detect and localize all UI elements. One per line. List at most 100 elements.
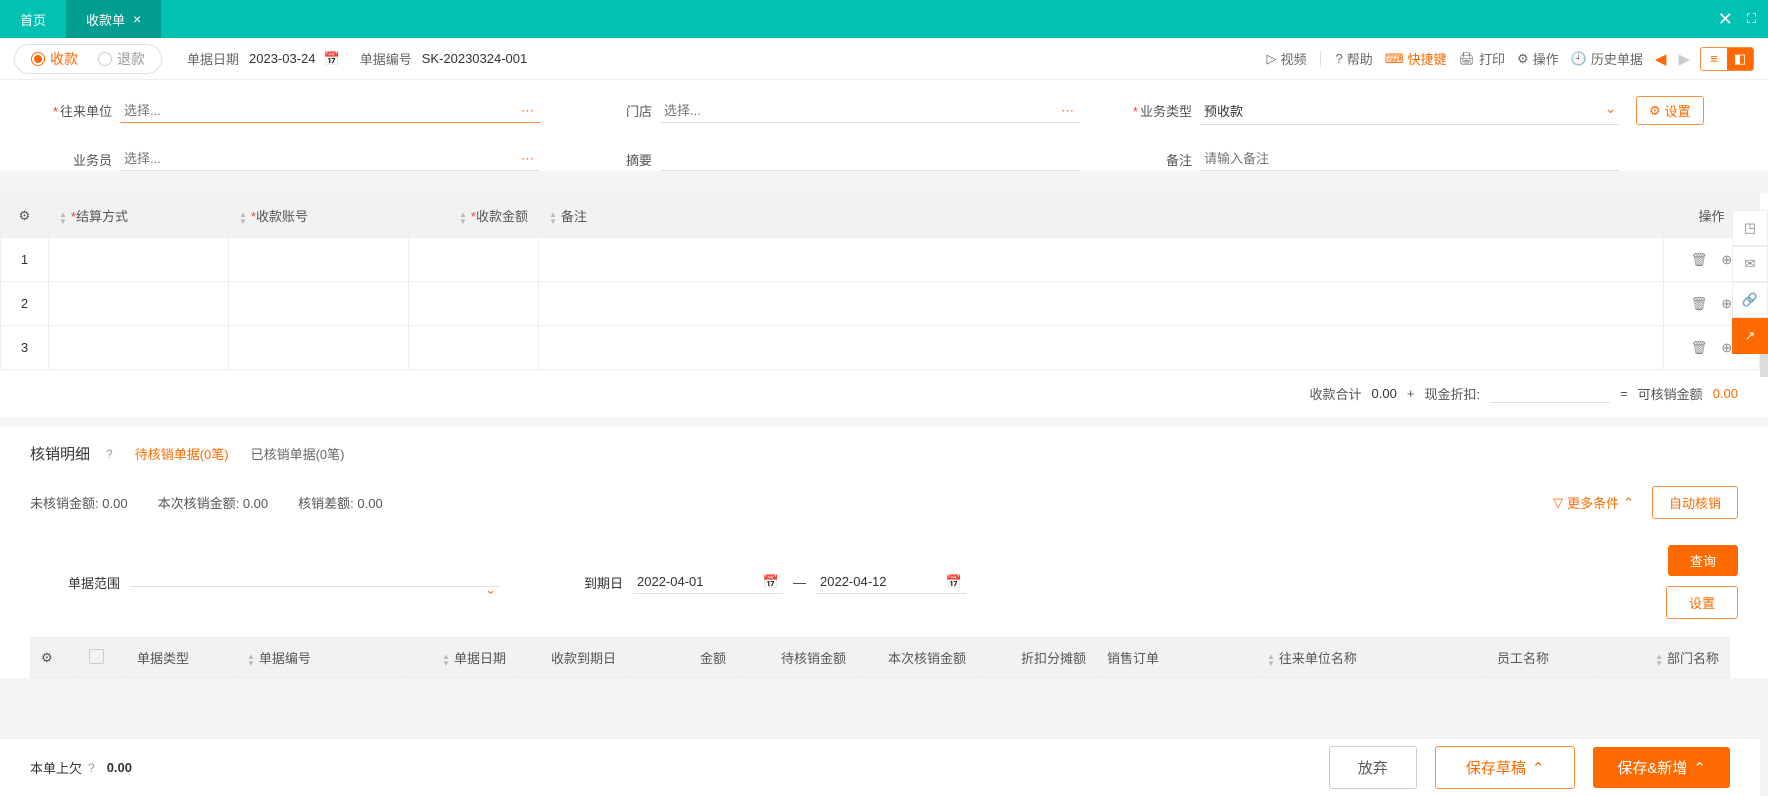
doc-date-value[interactable]: 2023-03-24 [249, 51, 316, 66]
cell-amount[interactable] [409, 282, 539, 326]
radio-collect[interactable]: 收款 [31, 49, 78, 69]
calendar-icon[interactable]: 📅 [946, 574, 962, 590]
table-row[interactable]: 2 🗑⊕ [1, 282, 1760, 326]
filter-settings-button[interactable]: 设置 [1666, 586, 1738, 619]
lookup-icon[interactable]: ⋯ [521, 103, 536, 119]
range-select[interactable]: ⌄ [130, 578, 500, 587]
next-arrow-icon[interactable]: ▶ [1676, 50, 1692, 68]
help-icon: ? [1335, 51, 1342, 66]
rail-btn-4[interactable]: ↗ [1732, 318, 1768, 354]
discard-button[interactable]: 放弃 [1329, 746, 1417, 789]
chevron-down-icon[interactable]: ⌄ [1605, 101, 1616, 117]
summary-input[interactable] [660, 147, 1080, 171]
action-icon: ⚙ [1517, 51, 1529, 67]
cell-remark[interactable] [539, 282, 1664, 326]
print-link[interactable]: 🖨 打印 [1457, 47, 1508, 70]
settings-button[interactable]: ⚙ 设置 [1636, 96, 1704, 125]
table-row[interactable]: 3 🗑⊕ [1, 326, 1760, 370]
th-amt[interactable]: 金额 [627, 638, 737, 678]
fullscreen-icon[interactable]: ⛶ [1747, 11, 1756, 27]
window-close-icon[interactable]: ✕ [1718, 9, 1733, 30]
tab-done-verify[interactable]: 已核销单据(0笔) [251, 444, 345, 463]
remark-input[interactable] [1200, 147, 1620, 171]
view-detail-button[interactable]: ◧ [1727, 48, 1753, 70]
th-due[interactable]: 收款到期日 [517, 638, 627, 678]
th-discount[interactable]: 折扣分摊额 [977, 638, 1097, 678]
radio-dot-checked-icon [31, 52, 45, 66]
cell-amount[interactable] [409, 238, 539, 282]
table-row[interactable]: 1 🗑 ⊕ [1, 238, 1760, 282]
gear-icon: ⚙ [41, 650, 53, 665]
save-new-button[interactable]: 保存&新增 ⌃ [1593, 747, 1730, 788]
th-partner[interactable]: ▲▼往来单位名称 [1257, 638, 1487, 678]
date-from-input[interactable]: 2022-04-01 📅 [633, 570, 783, 594]
cell-settle[interactable] [49, 238, 229, 282]
th-amount[interactable]: ▲▼*收款金额 [409, 194, 539, 238]
cell-account[interactable] [229, 238, 409, 282]
help-link[interactable]: ? 帮助 [1333, 47, 1374, 70]
th-settle[interactable]: ▲▼*结算方式 [49, 194, 229, 238]
cash-discount-input[interactable] [1490, 385, 1610, 403]
date-to-value: 2022-04-12 [820, 574, 887, 589]
lookup-icon[interactable]: ⋯ [521, 151, 536, 167]
radio-refund[interactable]: 退款 [98, 49, 145, 69]
query-button[interactable]: 查询 [1668, 545, 1738, 576]
rail-btn-3[interactable]: 🔗 [1732, 282, 1768, 318]
cell-account[interactable] [229, 282, 409, 326]
close-icon[interactable]: × [133, 11, 141, 27]
salesman-input[interactable] [120, 147, 540, 171]
add-row-icon[interactable]: ⊕ [1721, 296, 1732, 312]
calendar-icon[interactable]: 📅 [763, 574, 779, 590]
cell-amount[interactable] [409, 326, 539, 370]
checkbox-header[interactable] [79, 638, 127, 678]
save-draft-button[interactable]: 保存草稿 ⌃ [1435, 746, 1576, 789]
help-icon[interactable]: ? [88, 761, 95, 775]
th-no[interactable]: ▲▼单据编号 [237, 638, 407, 678]
delete-icon[interactable]: 🗑 [1691, 252, 1708, 268]
th-this[interactable]: 本次核销金额 [857, 638, 977, 678]
th-pending[interactable]: 待核销金额 [737, 638, 857, 678]
gear-header[interactable]: ⚙ [1, 194, 49, 238]
cell-remark[interactable] [539, 238, 1664, 282]
th-dept[interactable]: ▲▼部门名称 [1597, 638, 1730, 678]
action-link[interactable]: ⚙ 操作 [1515, 47, 1561, 70]
view-list-button[interactable]: ≡ [1701, 48, 1727, 70]
cell-account[interactable] [229, 326, 409, 370]
date-to-input[interactable]: 2022-04-12 📅 [816, 570, 966, 594]
tab-receipt[interactable]: 收款单 × [66, 0, 161, 38]
calendar-icon[interactable]: 📅 [324, 51, 340, 67]
store-input[interactable] [660, 99, 1080, 123]
video-link[interactable]: ▷ 视频 [1264, 47, 1308, 70]
history-link[interactable]: 🕘 历史单据 [1569, 47, 1645, 70]
cell-remark[interactable] [539, 326, 1664, 370]
rail-btn-2[interactable]: ✉ [1732, 246, 1768, 282]
th-account[interactable]: ▲▼*收款账号 [229, 194, 409, 238]
delete-icon[interactable]: 🗑 [1691, 340, 1708, 356]
partner-input[interactable] [120, 99, 540, 123]
th-sale[interactable]: 销售订单 [1097, 638, 1257, 678]
shortcut-link[interactable]: ⌨ 快捷键 [1383, 47, 1449, 70]
th-remark[interactable]: ▲▼备注 [539, 194, 1664, 238]
chevron-down-icon[interactable]: ⌄ [485, 582, 496, 598]
prev-arrow-icon[interactable]: ◀ [1653, 50, 1669, 68]
help-icon[interactable]: ? [106, 447, 113, 461]
bottom-bar: 本单上欠 ? 0.00 放弃 保存草稿 ⌃ 保存&新增 ⌃ [0, 738, 1760, 796]
cell-settle[interactable] [49, 282, 229, 326]
auto-verify-button[interactable]: 自动核销 [1652, 486, 1738, 519]
tab-pending-verify[interactable]: 待核销单据(0笔) [135, 444, 229, 463]
lookup-icon[interactable]: ⋯ [1061, 103, 1076, 119]
rail-btn-1[interactable]: ◳ [1732, 210, 1768, 246]
more-conditions-toggle[interactable]: ▽ 更多条件 ⌃ [1553, 493, 1634, 512]
th-emp[interactable]: 员工名称 [1487, 638, 1597, 678]
add-row-icon[interactable]: ⊕ [1721, 252, 1732, 268]
biztype-select[interactable]: 预收款 [1200, 97, 1620, 125]
delete-icon[interactable]: 🗑 [1691, 296, 1708, 312]
gear-header[interactable]: ⚙ [31, 638, 79, 678]
th-type[interactable]: 单据类型 [127, 638, 237, 678]
cell-settle[interactable] [49, 326, 229, 370]
th-date[interactable]: ▲▼单据日期 [407, 638, 517, 678]
row-index: 1 [1, 238, 49, 282]
tab-home[interactable]: 首页 [0, 0, 66, 38]
play-icon: ▷ [1266, 51, 1276, 67]
add-row-icon[interactable]: ⊕ [1721, 340, 1732, 356]
